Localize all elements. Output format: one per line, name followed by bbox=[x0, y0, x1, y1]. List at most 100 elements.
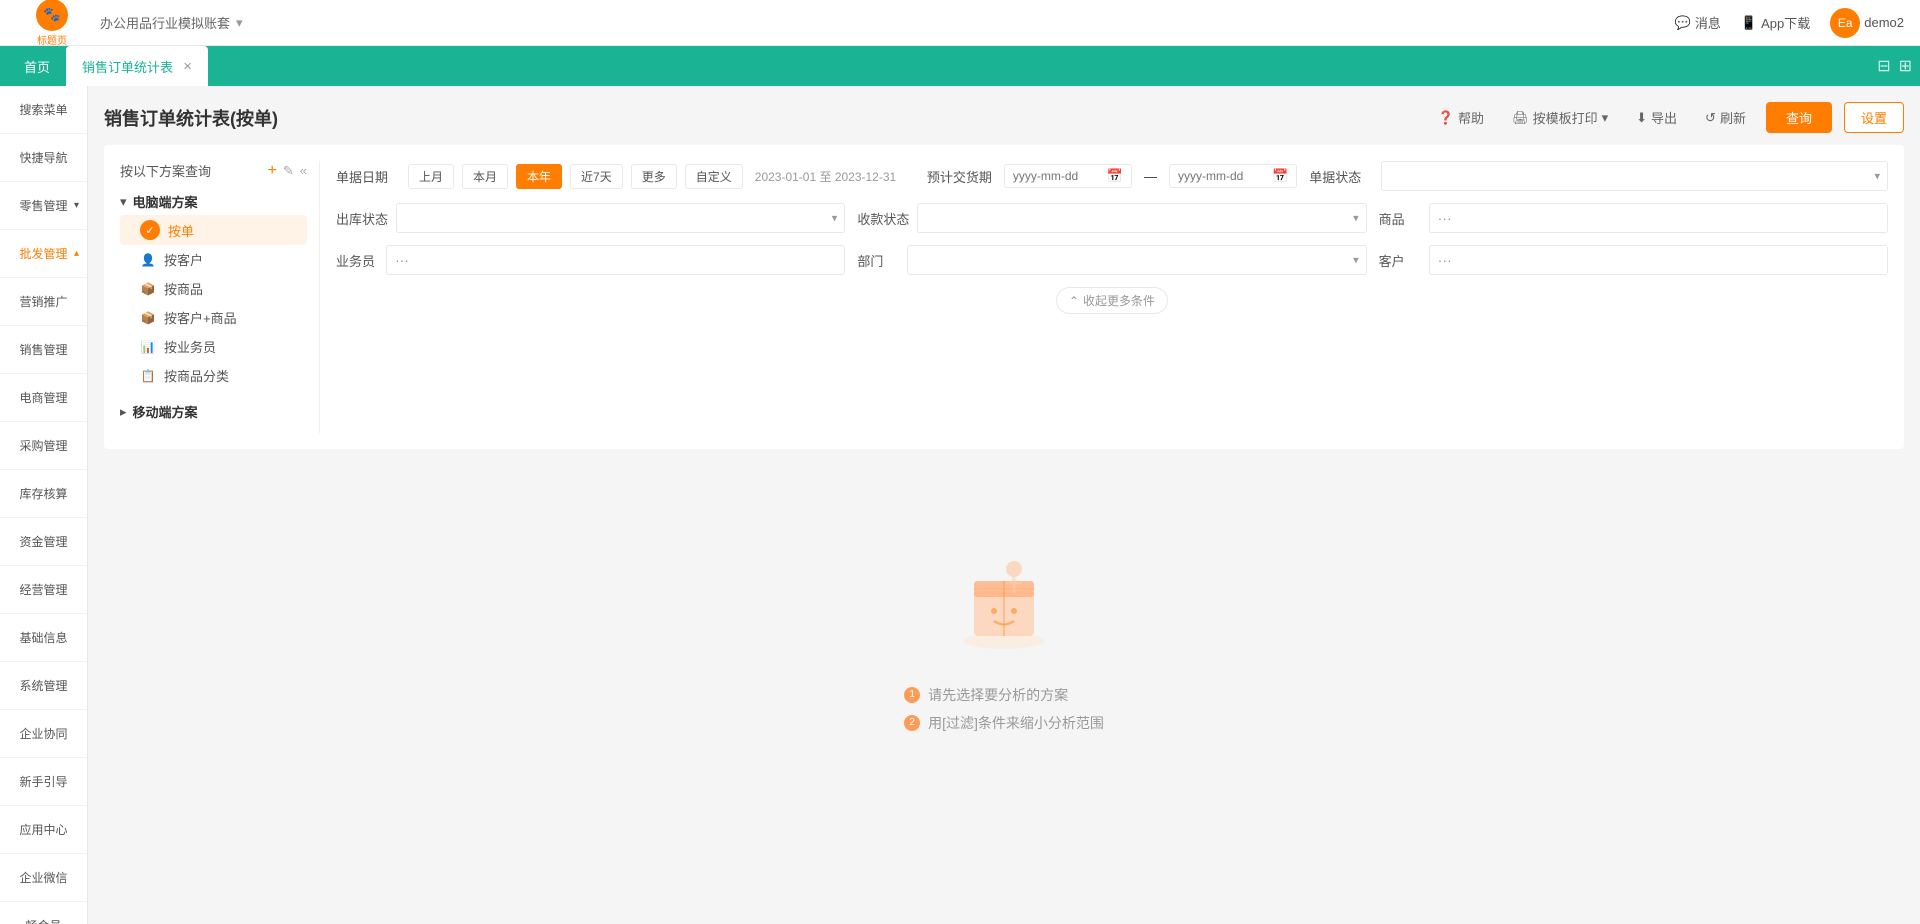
refresh-icon: ↺ bbox=[1705, 110, 1716, 126]
tab-close-icon[interactable]: ✕ bbox=[183, 60, 192, 73]
product-input[interactable]: ··· bbox=[1429, 203, 1888, 233]
sidebar-item-search[interactable]: 搜索菜单 bbox=[0, 86, 87, 134]
scheme-section-mobile: ▸ 移动端方案 bbox=[120, 398, 307, 425]
sidebar-enterprise-label: 企业协同 bbox=[19, 725, 67, 742]
retail-arrow-icon: ▾ bbox=[74, 200, 79, 211]
sidebar-ecommerce-label: 电商管理 bbox=[19, 389, 67, 406]
user-menu-btn[interactable]: Ea demo2 bbox=[1830, 8, 1904, 38]
payment-status-label: 收款状态 bbox=[857, 209, 909, 228]
expected-delivery-end-input[interactable] bbox=[1178, 169, 1268, 183]
collapse-button[interactable]: ⌃ 收起更多条件 bbox=[1056, 287, 1168, 314]
customer-cell: 客户 ··· bbox=[1379, 245, 1888, 275]
scheme-item-by-product[interactable]: 📦 按商品 bbox=[120, 274, 307, 303]
date-btn-custom[interactable]: 自定义 bbox=[685, 164, 743, 189]
page-actions: ❓ 帮助 🖨 按模板打印 ▾ ⬇ 导出 ↺ 刷新 查询 设置 bbox=[1430, 102, 1904, 133]
customer-input[interactable]: ··· bbox=[1429, 245, 1888, 275]
content-area: 销售订单统计表(按单) ❓ 帮助 🖨 按模板打印 ▾ ⬇ 导出 ↺ 刷新 bbox=[88, 86, 1920, 924]
expected-delivery-start[interactable]: 📅 bbox=[1004, 164, 1132, 188]
tip-num-1: 1 bbox=[904, 687, 920, 703]
expected-delivery-end[interactable]: 📅 bbox=[1169, 164, 1297, 188]
sidebar-item-newbie[interactable]: 新手引导 bbox=[0, 758, 87, 806]
sidebar-item-finance[interactable]: 资金管理 bbox=[0, 518, 87, 566]
delivery-status-label: 出库状态 bbox=[336, 209, 388, 228]
sidebar-item-operations[interactable]: 经营管理 bbox=[0, 566, 87, 614]
sidebar-wholesale-label: 批发管理 bbox=[19, 245, 67, 262]
empty-state: 1 请先选择要分析的方案 2 用[过滤]条件来缩小分析范围 bbox=[104, 461, 1904, 817]
delivery-status-select[interactable] bbox=[396, 203, 845, 233]
date-btn-more[interactable]: 更多 bbox=[631, 164, 677, 189]
app-download-btn[interactable]: 📱 App下载 bbox=[1741, 13, 1810, 32]
sidebar-item-basic[interactable]: 基础信息 bbox=[0, 614, 87, 662]
scheme-panel-actions: + ✎ « bbox=[268, 162, 307, 180]
date-btn-last-month[interactable]: 上月 bbox=[408, 164, 454, 189]
scheme-item-by-product-category[interactable]: 📋 按商品分类 bbox=[120, 361, 307, 390]
scheme-add-icon[interactable]: + bbox=[268, 162, 277, 180]
date-btn-this-month[interactable]: 本月 bbox=[462, 164, 508, 189]
sidebar-item-inventory[interactable]: 库存核算 bbox=[0, 470, 87, 518]
sidebar-item-retail[interactable]: 零售管理 ▾ bbox=[0, 182, 87, 230]
help-btn[interactable]: ❓ 帮助 bbox=[1430, 104, 1492, 131]
order-status-select[interactable] bbox=[1381, 161, 1888, 191]
product-icon: 📦 bbox=[140, 281, 156, 297]
date-range-text: 2023-01-01 至 2023-12-31 bbox=[755, 168, 896, 185]
scheme-collapse-icon[interactable]: « bbox=[300, 163, 307, 178]
scheme-panel-header: 按以下方案查询 + ✎ « bbox=[120, 161, 307, 180]
scheme-item-by-order-icon: ✓ bbox=[145, 224, 154, 237]
department-select[interactable] bbox=[907, 245, 1366, 275]
tab-home[interactable]: 首页 bbox=[8, 46, 66, 86]
expected-delivery-start-input[interactable] bbox=[1013, 169, 1103, 183]
scheme-section-desktop-header[interactable]: ▾ 电脑端方案 bbox=[120, 188, 307, 215]
payment-status-select[interactable] bbox=[917, 203, 1366, 233]
avatar: Ea bbox=[1830, 8, 1860, 38]
sidebar-system-label: 系统管理 bbox=[19, 677, 67, 694]
sidebar-item-wechat[interactable]: 企业微信 bbox=[0, 854, 87, 902]
settings-button[interactable]: 设置 bbox=[1844, 102, 1904, 133]
customer-icon: 👤 bbox=[140, 252, 156, 268]
logo-icon: 🐾 bbox=[36, 0, 68, 31]
customer-dots: ··· bbox=[1438, 252, 1452, 268]
sidebar-item-wholesale[interactable]: 批发管理 ▴ bbox=[0, 230, 87, 278]
salesperson-icon: 📊 bbox=[140, 339, 156, 355]
empty-tips: 1 请先选择要分析的方案 2 用[过滤]条件来缩小分析范围 bbox=[904, 681, 1104, 737]
date-btn-last-7-days[interactable]: 近7天 bbox=[570, 164, 623, 189]
tab-bar: 首页 销售订单统计表 ✕ ⊟ ⊞ bbox=[0, 46, 1920, 86]
customer-product-icon: 📦 bbox=[140, 310, 156, 326]
active-tab-label: 销售订单统计表 bbox=[82, 57, 173, 76]
sidebar: 搜索菜单 快捷导航 零售管理 ▾ 批发管理 ▴ 营销推广 销售管理 电商管理 采… bbox=[0, 86, 88, 924]
sidebar-member-label: 畅会员 bbox=[25, 917, 61, 924]
scheme-edit-icon[interactable]: ✎ bbox=[283, 163, 294, 179]
scheme-item-by-order[interactable]: ✓ 按单 bbox=[120, 215, 307, 245]
scheme-item-by-customer[interactable]: 👤 按客户 bbox=[120, 245, 307, 274]
date-btn-this-year[interactable]: 本年 bbox=[516, 164, 562, 189]
print-btn[interactable]: 🖨 按模板打印 ▾ bbox=[1504, 104, 1616, 131]
salesperson-input[interactable]: ··· bbox=[386, 245, 845, 275]
salesperson-cell: 业务员 ··· bbox=[336, 245, 845, 275]
refresh-btn[interactable]: ↺ 刷新 bbox=[1697, 104, 1754, 131]
product-dots: ··· bbox=[1438, 210, 1452, 226]
sidebar-item-quick-nav[interactable]: 快捷导航 bbox=[0, 134, 87, 182]
tab-sales-order-stat[interactable]: 销售订单统计表 ✕ bbox=[66, 46, 208, 86]
sidebar-item-sales[interactable]: 销售管理 bbox=[0, 326, 87, 374]
filter-row-date: 单据日期 上月 本月 本年 近7天 更多 自定义 2023-01-01 至 20… bbox=[336, 161, 1888, 191]
sidebar-item-ecommerce[interactable]: 电商管理 bbox=[0, 374, 87, 422]
date-label: 单据日期 bbox=[336, 167, 396, 186]
delivery-status-select-wrap bbox=[396, 203, 845, 233]
sidebar-item-system[interactable]: 系统管理 bbox=[0, 662, 87, 710]
date-quick-group: 上月 本月 本年 近7天 更多 自定义 2023-01-01 至 2023-12… bbox=[408, 164, 915, 189]
logo-text: 标题页 bbox=[37, 32, 67, 47]
scheme-section-mobile-header[interactable]: ▸ 移动端方案 bbox=[120, 398, 307, 425]
sidebar-item-member[interactable]: 畅会员 bbox=[0, 902, 87, 924]
message-btn[interactable]: 💬 消息 bbox=[1675, 13, 1721, 32]
title-arrow-icon[interactable]: ▾ bbox=[236, 15, 243, 31]
sidebar-item-enterprise[interactable]: 企业协同 bbox=[0, 710, 87, 758]
sidebar-item-marketing[interactable]: 营销推广 bbox=[0, 278, 87, 326]
query-button[interactable]: 查询 bbox=[1766, 102, 1832, 133]
sidebar-search-label: 搜索菜单 bbox=[19, 101, 67, 118]
export-btn[interactable]: ⬇ 导出 bbox=[1628, 104, 1685, 131]
maximize-icon[interactable]: ⊞ bbox=[1899, 56, 1912, 76]
sidebar-item-purchase[interactable]: 采购管理 bbox=[0, 422, 87, 470]
scheme-item-by-customer-product[interactable]: 📦 按客户+商品 bbox=[120, 303, 307, 332]
minimize-icon[interactable]: ⊟ bbox=[1877, 56, 1890, 76]
sidebar-item-appstore[interactable]: 应用中心 bbox=[0, 806, 87, 854]
scheme-item-by-salesperson[interactable]: 📊 按业务员 bbox=[120, 332, 307, 361]
